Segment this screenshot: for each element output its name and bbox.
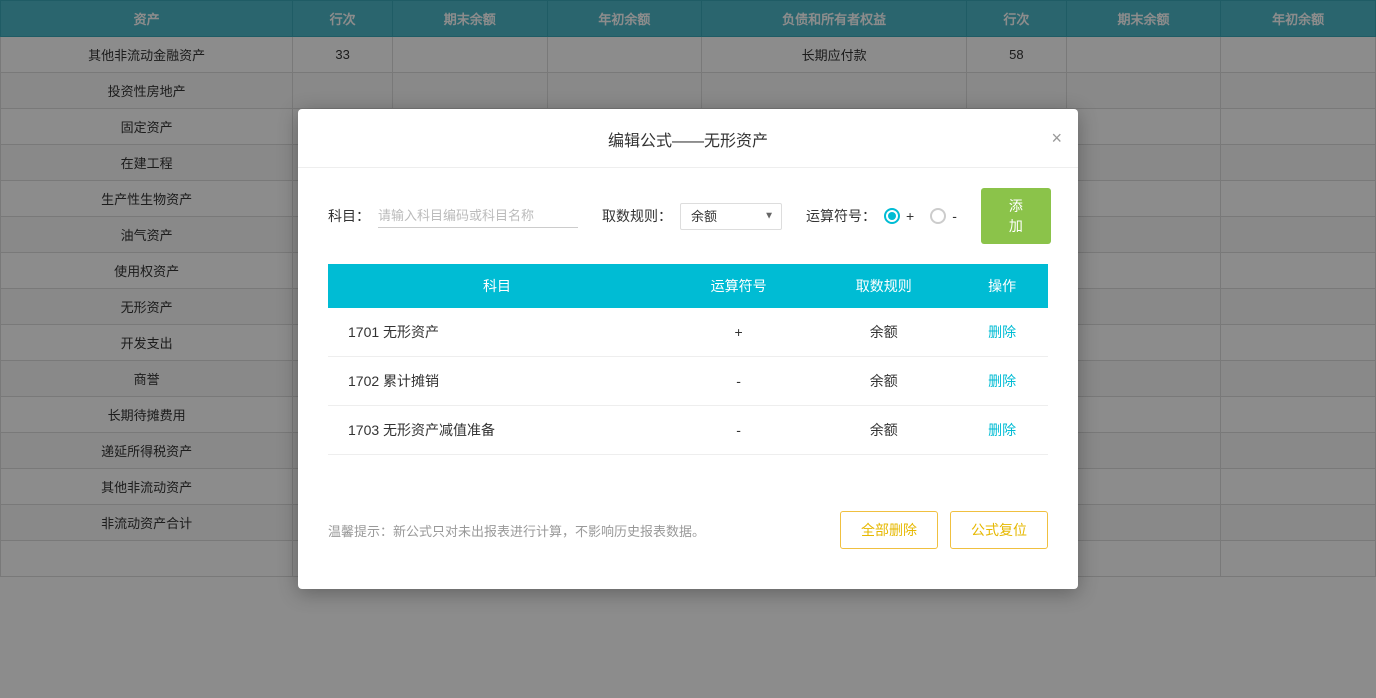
add-button[interactable]: 添加 xyxy=(981,188,1051,244)
table-cell-subject: 1701 无形资产 xyxy=(328,308,666,357)
table-row: 1703 无形资产减值准备-余额 删除 xyxy=(328,406,1048,455)
rule-select-wrapper: 余额 借方 贷方 借方发生额 贷方发生额 ▼ xyxy=(680,203,782,230)
table-cell-rule: 余额 xyxy=(811,308,956,357)
table-cell-subject: 1702 累计摊销 xyxy=(328,357,666,406)
radio-minus[interactable]: - xyxy=(930,208,957,224)
close-icon[interactable]: × xyxy=(1051,129,1062,147)
table-column-header: 运算符号 xyxy=(666,264,811,308)
subject-input[interactable] xyxy=(378,204,578,228)
modal-footer: 温馨提示：新公式只对未出报表进行计算，不影响历史报表数据。 全部删除 公式复位 xyxy=(298,495,1078,569)
table-column-header: 操作 xyxy=(956,264,1048,308)
delete-row-button[interactable]: 删除 xyxy=(988,420,1016,440)
radio-minus-label: - xyxy=(952,208,957,224)
modal-body: 科目： 取数规则： 余额 借方 贷方 借方发生额 贷方发生额 ▼ xyxy=(298,168,1078,495)
table-cell-operator: - xyxy=(666,406,811,455)
table-cell-operator: - xyxy=(666,357,811,406)
modal-overlay: 编辑公式——无形资产 × 科目： 取数规则： 余额 借方 xyxy=(0,0,1376,698)
table-column-header: 取数规则 xyxy=(811,264,956,308)
rule-label: 取数规则： xyxy=(602,206,672,226)
operator-section: 运算符号： + - xyxy=(806,206,957,226)
table-header: 科目运算符号取数规则操作 xyxy=(328,264,1048,308)
operator-label: 运算符号： xyxy=(806,206,876,226)
table-cell-action: 删除 xyxy=(956,406,1048,455)
footer-tip: 温馨提示：新公式只对未出报表进行计算，不影响历史报表数据。 xyxy=(328,521,705,540)
reset-button[interactable]: 公式复位 xyxy=(950,511,1048,549)
rule-select[interactable]: 余额 借方 贷方 借方发生额 贷方发生额 xyxy=(680,203,782,230)
footer-buttons: 全部删除 公式复位 xyxy=(840,511,1048,549)
modal-title: 编辑公式——无形资产 xyxy=(608,127,768,151)
radio-minus-circle xyxy=(930,208,946,224)
table-row: 1701 无形资产+余额 删除 xyxy=(328,308,1048,357)
radio-plus-label: + xyxy=(906,208,914,224)
formula-table: 科目运算符号取数规则操作 1701 无形资产+余额删除1702 累计摊销-余额删… xyxy=(328,264,1048,455)
table-cell-action: 删除 xyxy=(956,308,1048,357)
table-cell-operator: + xyxy=(666,308,811,357)
subject-section: 科目： xyxy=(328,204,578,228)
radio-plus-circle xyxy=(884,208,900,224)
form-row: 科目： 取数规则： 余额 借方 贷方 借方发生额 贷方发生额 ▼ xyxy=(328,188,1048,244)
modal-header: 编辑公式——无形资产 × xyxy=(298,109,1078,168)
table-column-header: 科目 xyxy=(328,264,666,308)
table-cell-rule: 余额 xyxy=(811,406,956,455)
table-cell-subject: 1703 无形资产减值准备 xyxy=(328,406,666,455)
rule-section: 取数规则： 余额 借方 贷方 借方发生额 贷方发生额 ▼ xyxy=(602,203,782,230)
delete-row-button[interactable]: 删除 xyxy=(988,371,1016,391)
modal-dialog: 编辑公式——无形资产 × 科目： 取数规则： 余额 借方 xyxy=(298,109,1078,589)
table-cell-rule: 余额 xyxy=(811,357,956,406)
radio-group: + - xyxy=(884,208,957,224)
table-cell-action: 删除 xyxy=(956,357,1048,406)
radio-plus[interactable]: + xyxy=(884,208,914,224)
subject-label: 科目： xyxy=(328,206,370,226)
table-body: 1701 无形资产+余额删除1702 累计摊销-余额删除1703 无形资产减值准… xyxy=(328,308,1048,455)
delete-row-button[interactable]: 删除 xyxy=(988,322,1016,342)
delete-all-button[interactable]: 全部删除 xyxy=(840,511,938,549)
table-row: 1702 累计摊销-余额 删除 xyxy=(328,357,1048,406)
